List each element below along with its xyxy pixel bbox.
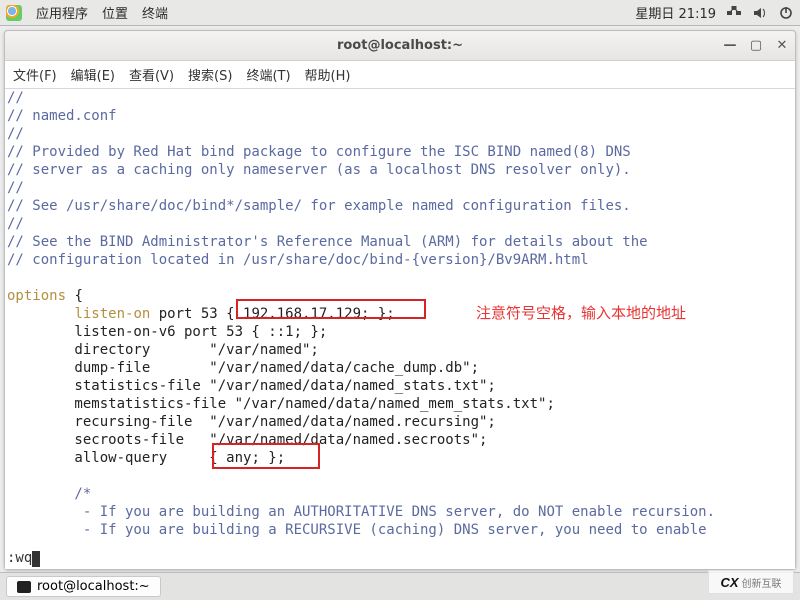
comment-line: // bbox=[7, 180, 24, 196]
comment-line: - If you are building a RECURSIVE (cachi… bbox=[7, 522, 707, 538]
terminal-icon bbox=[17, 581, 31, 593]
options-keyword: options bbox=[7, 288, 66, 304]
comment-line: /* bbox=[7, 486, 91, 502]
window-title-bar[interactable]: root@localhost:~ — ▢ ✕ bbox=[5, 31, 795, 61]
task-item-terminal[interactable]: root@localhost:~ bbox=[6, 576, 161, 597]
system-top-panel: 应用程序 位置 终端 星期日 21:19 bbox=[0, 0, 800, 26]
vim-command-text: :wq bbox=[7, 550, 32, 566]
menu-edit[interactable]: 编辑(E) bbox=[71, 65, 115, 84]
menu-view[interactable]: 查看(V) bbox=[129, 65, 174, 84]
config-line: statistics-file "/var/named/data/named_s… bbox=[7, 378, 496, 394]
menu-file[interactable]: 文件(F) bbox=[13, 65, 57, 84]
close-button[interactable]: ✕ bbox=[775, 39, 789, 53]
window-title: root@localhost:~ bbox=[337, 38, 463, 53]
listen-on-text: port 53 bbox=[150, 306, 226, 322]
comment-line: // Provided by Red Hat bind package to c… bbox=[7, 144, 631, 160]
panel-terminal-menu[interactable]: 终端 bbox=[142, 3, 168, 22]
network-icon[interactable] bbox=[726, 5, 742, 21]
menu-terminal[interactable]: 终端(T) bbox=[246, 65, 290, 84]
task-item-label: root@localhost:~ bbox=[37, 579, 150, 594]
brace: { bbox=[66, 288, 83, 304]
listen-on-value: { 192.168.17.129; }; bbox=[226, 306, 395, 322]
terminal-window: root@localhost:~ — ▢ ✕ 文件(F) 编辑(E) 查看(V)… bbox=[4, 30, 796, 570]
panel-clock[interactable]: 星期日 21:19 bbox=[635, 3, 716, 22]
text-cursor bbox=[32, 551, 40, 567]
comment-line: // configuration located in /usr/share/d… bbox=[7, 252, 589, 268]
annotation-note: 注意符号空格，输入本地的地址 bbox=[476, 302, 686, 323]
panel-apps-menu[interactable]: 应用程序 bbox=[36, 3, 88, 22]
comment-line: // bbox=[7, 216, 24, 232]
comment-line: // named.conf bbox=[7, 108, 117, 124]
comment-line: // server as a caching only nameserver (… bbox=[7, 162, 631, 178]
comment-line: // bbox=[7, 126, 24, 142]
listen-on-keyword: listen-on bbox=[74, 306, 150, 322]
allow-query-value: { any; }; bbox=[209, 450, 285, 466]
gnome-logo-icon bbox=[6, 5, 22, 21]
config-line: listen-on-v6 port 53 { ::1; }; bbox=[7, 324, 327, 340]
menu-search[interactable]: 搜索(S) bbox=[188, 65, 232, 84]
comment-line: - If you are building an AUTHORITATIVE D… bbox=[7, 504, 715, 520]
minimize-button[interactable]: — bbox=[723, 39, 737, 53]
panel-places-menu[interactable]: 位置 bbox=[102, 3, 128, 22]
comment-line: // See /usr/share/doc/bind*/sample/ for … bbox=[7, 198, 631, 214]
allow-query-pre: allow-query bbox=[7, 450, 209, 466]
watermark-brand: CX bbox=[720, 575, 738, 590]
config-line: memstatistics-file "/var/named/data/name… bbox=[7, 396, 555, 412]
maximize-button[interactable]: ▢ bbox=[749, 39, 763, 53]
volume-icon[interactable] bbox=[752, 5, 768, 21]
window-menu-bar: 文件(F) 编辑(E) 查看(V) 搜索(S) 终端(T) 帮助(H) bbox=[5, 61, 795, 89]
power-icon[interactable] bbox=[778, 5, 794, 21]
config-line: directory "/var/named"; bbox=[7, 342, 319, 358]
bottom-taskbar: root@localhost:~ bbox=[0, 572, 800, 600]
comment-line: // bbox=[7, 90, 24, 106]
watermark-badge: CX 创新互联 bbox=[708, 570, 794, 594]
watermark-text: 创新互联 bbox=[742, 575, 782, 590]
config-line: recursing-file "/var/named/data/named.re… bbox=[7, 414, 496, 430]
terminal-content[interactable]: // // named.conf // // Provided by Red H… bbox=[5, 89, 795, 569]
vim-command-line[interactable]: :wq bbox=[7, 549, 40, 567]
menu-help[interactable]: 帮助(H) bbox=[305, 65, 351, 84]
comment-line: // See the BIND Administrator's Referenc… bbox=[7, 234, 648, 250]
config-line: secroots-file "/var/named/data/named.sec… bbox=[7, 432, 487, 448]
config-line: dump-file "/var/named/data/cache_dump.db… bbox=[7, 360, 479, 376]
